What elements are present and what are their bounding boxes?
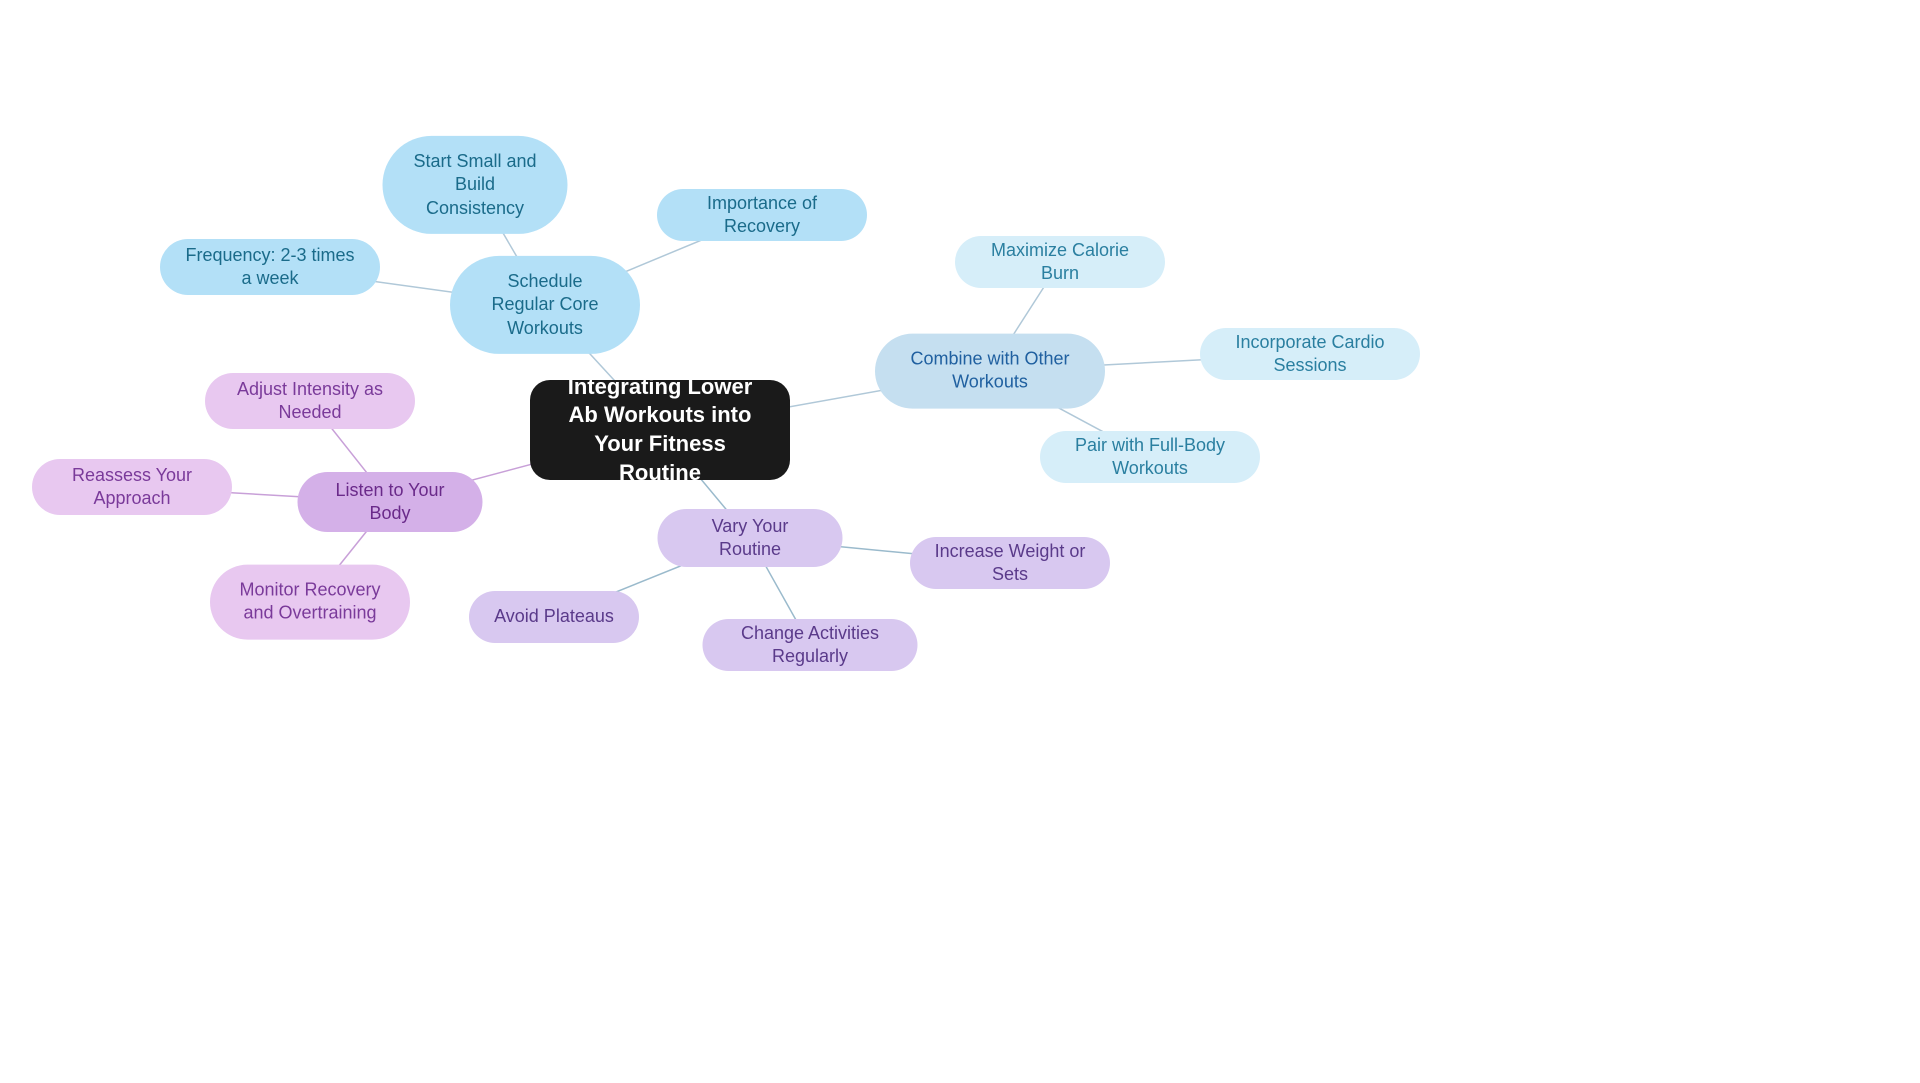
start-small-node: Start Small and Build Consistency	[383, 136, 568, 234]
importance-recovery-node: Importance of Recovery	[657, 189, 867, 241]
adjust-node: Adjust Intensity as Needed	[205, 373, 415, 429]
increase-weight-node: Increase Weight or Sets	[910, 537, 1110, 589]
change-activities-node: Change Activities Regularly	[703, 619, 918, 671]
incorporate-cardio-node: Incorporate Cardio Sessions	[1200, 328, 1420, 380]
schedule-node: Schedule Regular Core Workouts	[450, 256, 640, 354]
avoid-plateaus-node: Avoid Plateaus	[469, 591, 639, 643]
monitor-node: Monitor Recovery and Overtraining	[210, 565, 410, 640]
listen-node: Listen to Your Body	[298, 472, 483, 532]
combine-node: Combine with Other Workouts	[875, 334, 1105, 409]
pair-fullbody-node: Pair with Full-Body Workouts	[1040, 431, 1260, 483]
frequency-node: Frequency: 2-3 times a week	[160, 239, 380, 295]
center-node: Integrating Lower Ab Workouts into Your …	[530, 380, 790, 480]
vary-node: Vary Your Routine	[658, 509, 843, 567]
maximize-node: Maximize Calorie Burn	[955, 236, 1165, 288]
reassess-node: Reassess Your Approach	[32, 459, 232, 515]
